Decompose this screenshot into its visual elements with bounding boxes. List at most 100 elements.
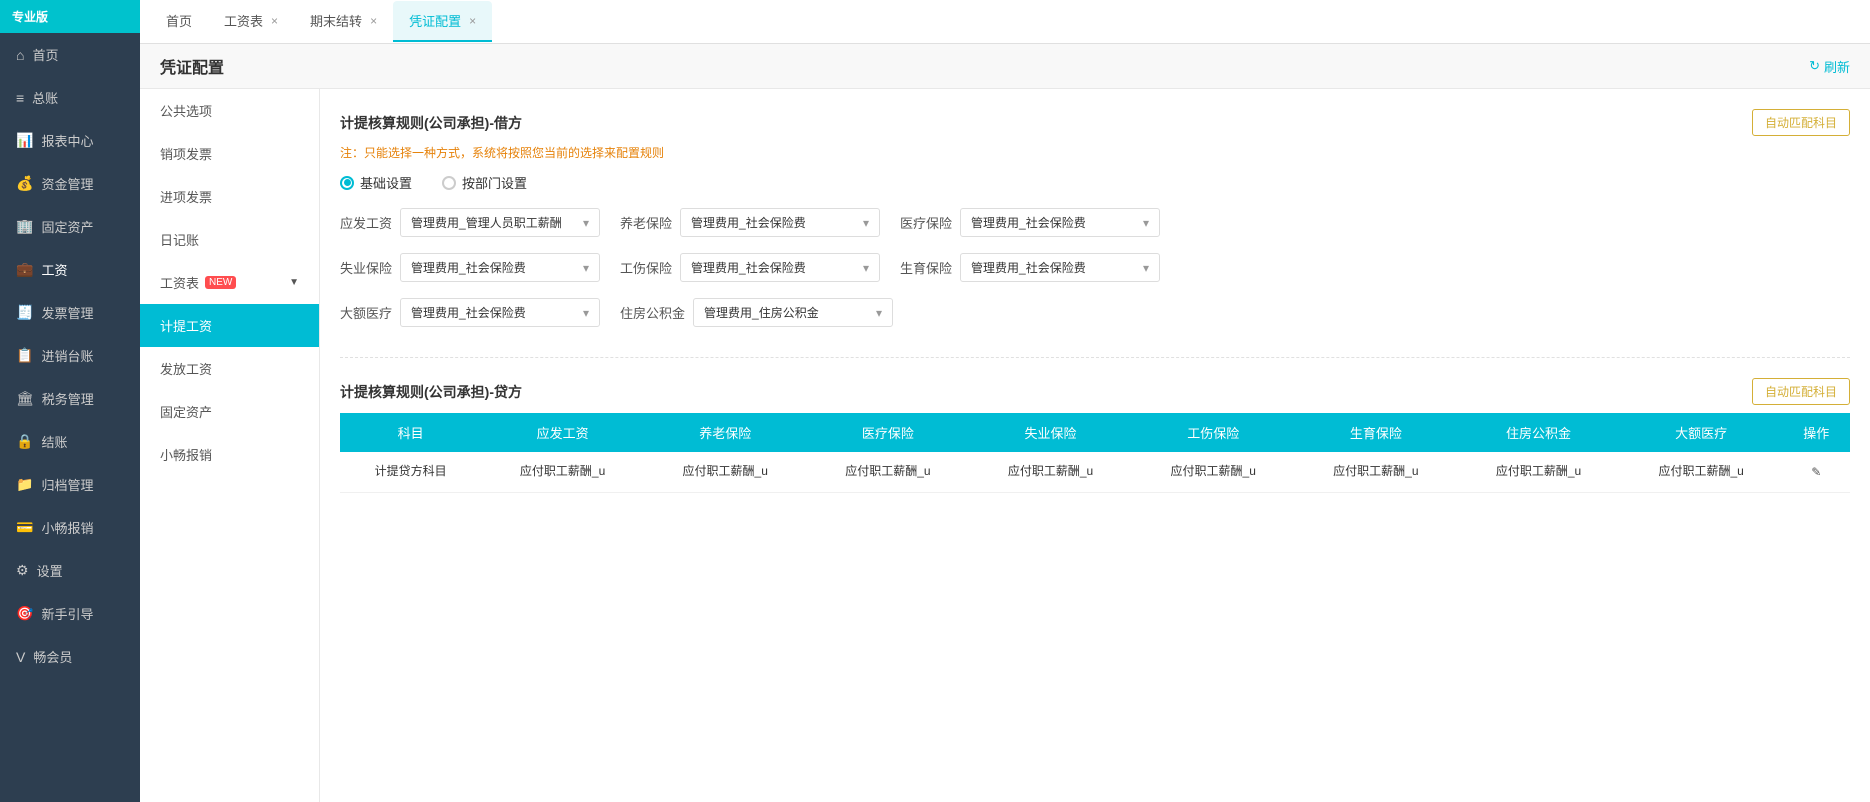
sidebar-item-sales[interactable]: 📋 进销台账 xyxy=(0,334,140,377)
field-injury-select[interactable]: 管理费用_社会保险费 ▾ xyxy=(680,253,880,282)
field-major-medical-arrow: ▾ xyxy=(583,306,589,320)
cell-medical: 应付职工薪酬_u xyxy=(807,452,970,493)
tax-icon: 🏛 xyxy=(16,390,34,407)
tab-period-close-close[interactable]: × xyxy=(370,14,377,28)
col-pension: 养老保险 xyxy=(644,413,807,452)
left-nav-journal[interactable]: 日记账 xyxy=(140,218,319,261)
refresh-icon: ↻ xyxy=(1809,58,1820,74)
credit-table-header-row: 科目 应发工资 养老保险 医疗保险 失业保险 工伤保险 生育保险 住房公积金 大… xyxy=(340,413,1850,452)
sidebar-item-fixed-assets[interactable]: 🏢 固定资产 xyxy=(0,205,140,248)
col-salary: 应发工资 xyxy=(481,413,644,452)
sidebar-label-archive: 归档管理 xyxy=(41,475,93,494)
sidebar-item-ledger[interactable]: ≡ 总账 xyxy=(0,76,140,119)
left-nav-salary-table-label: 工资表 xyxy=(160,273,199,292)
field-pension-arrow: ▾ xyxy=(863,216,869,230)
tab-period-close-label: 期末结转 xyxy=(310,11,362,30)
settings-icon: ⚙ xyxy=(16,562,29,579)
tab-home-label: 首页 xyxy=(166,11,192,30)
tab-home[interactable]: 首页 xyxy=(150,1,208,42)
chevron-down-icon: ▼ xyxy=(289,277,299,288)
field-maternity-value: 管理费用_社会保险费 xyxy=(971,259,1086,276)
sidebar-item-expense[interactable]: 💳 小畅报销 xyxy=(0,506,140,549)
sidebar-label-guide: 新手引导 xyxy=(41,604,93,623)
tab-voucher-config-label: 凭证配置 xyxy=(409,11,461,30)
sidebar-item-settings[interactable]: ⚙ 设置 xyxy=(0,549,140,592)
tabs-bar: 首页 工资表 × 期末结转 × 凭证配置 × xyxy=(140,0,1870,44)
tab-voucher-config[interactable]: 凭证配置 × xyxy=(393,1,492,42)
left-nav-salary-table[interactable]: 工资表 NEW ▼ xyxy=(140,261,319,304)
left-nav-accrual-salary[interactable]: 计提工资 xyxy=(140,304,319,347)
right-content: 计提核算规则(公司承担)-借方 自动匹配科目 注：只能选择一种方式，系统将按照您… xyxy=(320,89,1870,802)
sidebar-label-fixed-assets: 固定资产 xyxy=(41,217,93,236)
left-nav-accrual-salary-label: 计提工资 xyxy=(160,316,212,335)
field-maternity-select[interactable]: 管理费用_社会保险费 ▾ xyxy=(960,253,1160,282)
field-unemployment-arrow: ▾ xyxy=(583,261,589,275)
sidebar-item-close[interactable]: 🔒 结账 xyxy=(0,420,140,463)
credit-section-title: 计提核算规则(公司承担)-贷方 xyxy=(340,382,522,402)
member-icon: V xyxy=(16,649,25,665)
field-housing-select[interactable]: 管理费用_住房公积金 ▾ xyxy=(693,298,893,327)
field-major-medical-value: 管理费用_社会保险费 xyxy=(411,304,526,321)
salary-icon: 💼 xyxy=(16,261,33,278)
refresh-label: 刷新 xyxy=(1824,57,1850,76)
radio-basic[interactable]: 基础设置 xyxy=(340,173,412,192)
tab-salary-table[interactable]: 工资表 × xyxy=(208,1,294,42)
left-nav-petty-expense[interactable]: 小畅报销 xyxy=(140,433,319,476)
funds-icon: 💰 xyxy=(16,175,33,192)
field-major-medical-select[interactable]: 管理费用_社会保险费 ▾ xyxy=(400,298,600,327)
sidebar-item-invoice-mgmt[interactable]: 🧾 发票管理 xyxy=(0,291,140,334)
credit-auto-match-button[interactable]: 自动匹配科目 xyxy=(1752,378,1850,405)
sidebar-label-settings: 设置 xyxy=(37,561,63,580)
sidebar-item-funds[interactable]: 💰 资金管理 xyxy=(0,162,140,205)
field-injury-value: 管理费用_社会保险费 xyxy=(691,259,806,276)
page-title: 凭证配置 xyxy=(160,54,224,78)
field-pension-value: 管理费用_社会保险费 xyxy=(691,214,806,231)
sidebar-label-close: 结账 xyxy=(41,432,67,451)
debit-section-title: 计提核算规则(公司承担)-借方 xyxy=(340,113,522,133)
radio-dept[interactable]: 按部门设置 xyxy=(442,173,527,192)
sidebar-item-tax[interactable]: 🏛 税务管理 xyxy=(0,377,140,420)
sidebar-label-tax: 税务管理 xyxy=(42,389,94,408)
sidebar-item-guide[interactable]: 🎯 新手引导 xyxy=(0,592,140,635)
sidebar-item-archive[interactable]: 📁 归档管理 xyxy=(0,463,140,506)
field-medical-select[interactable]: 管理费用_社会保险费 ▾ xyxy=(960,208,1160,237)
edit-icon[interactable]: ✎ xyxy=(1811,465,1821,479)
sidebar-label-ledger: 总账 xyxy=(32,88,58,107)
left-nav-fixed-assets-label: 固定资产 xyxy=(160,402,212,421)
tab-salary-table-close[interactable]: × xyxy=(271,14,278,28)
left-nav-public[interactable]: 公共选项 xyxy=(140,89,319,132)
field-unemployment-select[interactable]: 管理费用_社会保险费 ▾ xyxy=(400,253,600,282)
field-housing-arrow: ▾ xyxy=(876,306,882,320)
field-maternity-arrow: ▾ xyxy=(1143,261,1149,275)
sidebar-label-member: 畅会员 xyxy=(33,647,72,666)
field-maternity-label: 生育保险 xyxy=(900,258,952,277)
tab-period-close[interactable]: 期末结转 × xyxy=(294,1,393,42)
field-pension-select[interactable]: 管理费用_社会保险费 ▾ xyxy=(680,208,880,237)
field-pension-label: 养老保险 xyxy=(620,213,672,232)
field-medical: 医疗保险 管理费用_社会保险费 ▾ xyxy=(900,208,1160,237)
field-injury: 工伤保险 管理费用_社会保险费 ▾ xyxy=(620,253,880,282)
left-nav-fixed-assets[interactable]: 固定资产 xyxy=(140,390,319,433)
section-divider xyxy=(340,357,1850,358)
tab-voucher-config-close[interactable]: × xyxy=(469,14,476,28)
credit-table: 科目 应发工资 养老保险 医疗保险 失业保险 工伤保险 生育保险 住房公积金 大… xyxy=(340,413,1850,493)
left-nav-sales-invoice[interactable]: 销项发票 xyxy=(140,132,319,175)
page-header: 凭证配置 ↻ 刷新 xyxy=(140,44,1870,89)
credit-table-row-1: 计提贷方科目 应付职工薪酬_u 应付职工薪酬_u 应付职工薪酬_u 应付职工薪酬… xyxy=(340,452,1850,493)
field-salary-select[interactable]: 管理费用_管理人员职工薪酬 ▾ xyxy=(400,208,600,237)
left-nav-pay-salary[interactable]: 发放工资 xyxy=(140,347,319,390)
field-unemployment-label: 失业保险 xyxy=(340,258,392,277)
sidebar-item-salary[interactable]: 💼 工资 xyxy=(0,248,140,291)
sidebar-item-reports[interactable]: 📊 报表中心 xyxy=(0,119,140,162)
left-nav-purchase-invoice[interactable]: 进项发票 xyxy=(140,175,319,218)
brand-label: 专业版 xyxy=(0,0,140,33)
refresh-button[interactable]: ↻ 刷新 xyxy=(1809,57,1850,76)
cell-maternity: 应付职工薪酬_u xyxy=(1295,452,1458,493)
debit-form-rows: 应发工资 管理费用_管理人员职工薪酬 ▾ 养老保险 管理费用_社会保险费 ▾ xyxy=(340,208,1850,327)
cell-action[interactable]: ✎ xyxy=(1783,452,1851,493)
sidebar-item-home[interactable]: ⌂ 首页 xyxy=(0,33,140,76)
fixed-assets-icon: 🏢 xyxy=(16,218,33,235)
left-nav-journal-label: 日记账 xyxy=(160,230,199,249)
debit-auto-match-button[interactable]: 自动匹配科目 xyxy=(1752,109,1850,136)
sidebar-item-member[interactable]: V 畅会员 xyxy=(0,635,140,678)
